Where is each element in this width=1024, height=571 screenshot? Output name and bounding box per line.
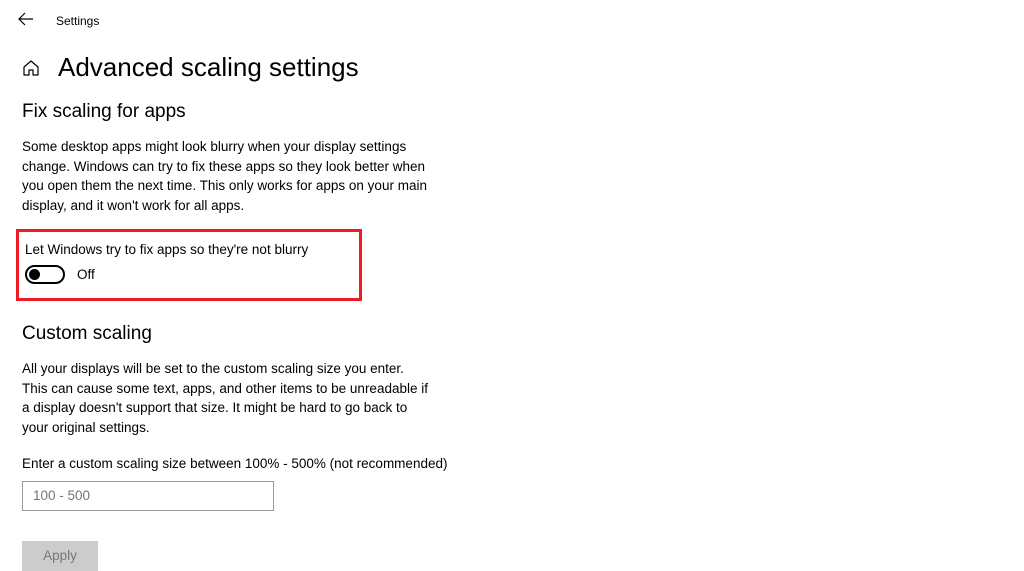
custom-scaling-heading: Custom scaling	[22, 323, 548, 345]
fix-scaling-heading: Fix scaling for apps	[22, 101, 548, 123]
fix-scaling-body: Some desktop apps might look blurry when…	[22, 137, 432, 215]
page-heading-row: Advanced scaling settings	[0, 38, 1024, 101]
custom-scaling-input-label: Enter a custom scaling size between 100%…	[22, 456, 548, 471]
header-bar: Settings	[0, 0, 1024, 38]
back-arrow-icon[interactable]	[18, 12, 34, 30]
window-title: Settings	[56, 14, 99, 28]
fix-scaling-toggle-status: Off	[77, 267, 95, 282]
custom-scaling-section: Custom scaling All your displays will be…	[22, 323, 548, 570]
fix-scaling-toggle[interactable]	[25, 265, 65, 284]
content-area: Fix scaling for apps Some desktop apps m…	[0, 101, 570, 571]
home-icon[interactable]	[22, 59, 40, 77]
page-title: Advanced scaling settings	[58, 52, 359, 83]
apply-button[interactable]: Apply	[22, 541, 98, 571]
toggle-knob-icon	[29, 269, 40, 280]
fix-scaling-section: Fix scaling for apps Some desktop apps m…	[22, 101, 548, 301]
fix-scaling-toggle-row: Off	[21, 265, 345, 284]
fix-scaling-toggle-label: Let Windows try to fix apps so they're n…	[21, 242, 345, 257]
custom-scaling-body: All your displays will be set to the cus…	[22, 359, 432, 437]
highlight-annotation: Let Windows try to fix apps so they're n…	[16, 229, 362, 301]
custom-scaling-input[interactable]	[22, 481, 274, 511]
